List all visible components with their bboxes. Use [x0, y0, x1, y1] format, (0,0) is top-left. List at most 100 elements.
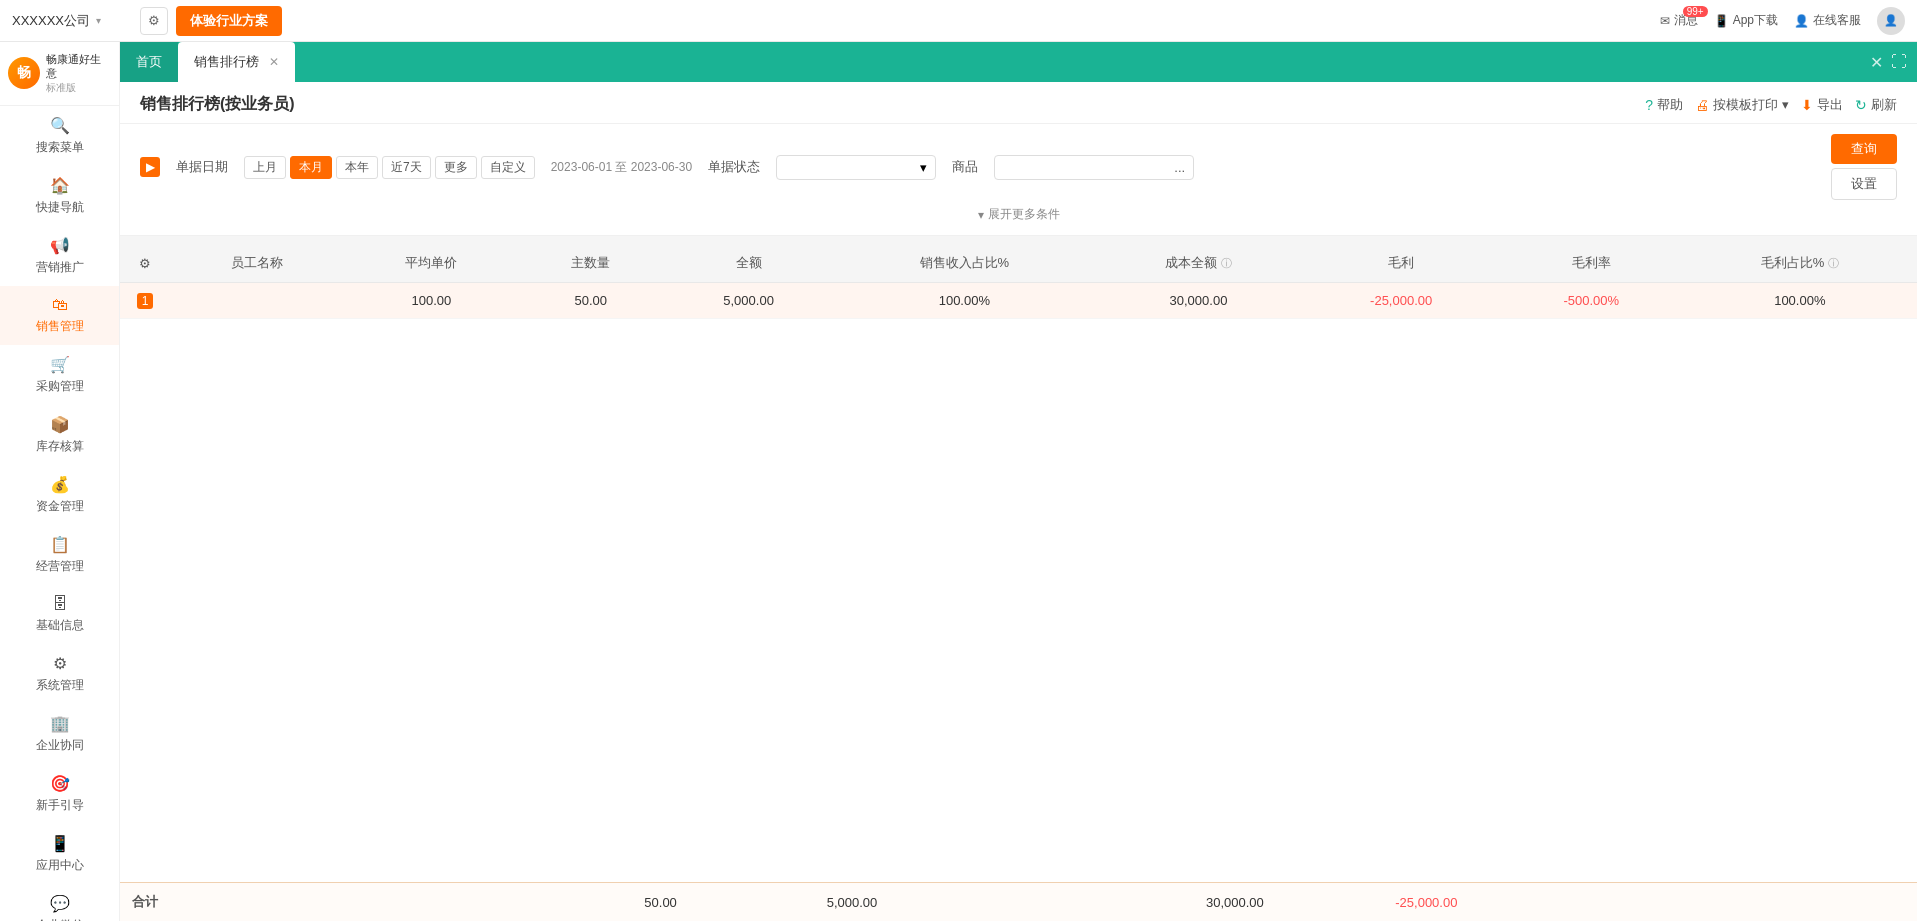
avatar[interactable]: 👤: [1877, 7, 1905, 35]
status-select[interactable]: ▾: [776, 155, 936, 180]
print-button[interactable]: 🖨 按模板打印 ▾: [1695, 96, 1789, 114]
export-button[interactable]: ⬇ 导出: [1801, 96, 1843, 114]
status-dropdown-icon: ▾: [920, 160, 927, 175]
col-header-cost: 成本全额 ⓘ: [1095, 244, 1303, 283]
expand-more-btn[interactable]: ▾ 展开更多条件: [140, 200, 1897, 225]
set-button[interactable]: 设置: [1831, 168, 1897, 200]
sidebar-item-quicknav[interactable]: 🏠 快捷导航: [0, 166, 119, 226]
refresh-icon: ↻: [1855, 97, 1867, 113]
sidebar-item-inventory[interactable]: 📦 库存核算: [0, 405, 119, 465]
date-btn-more[interactable]: 更多: [435, 156, 477, 179]
sales-icon: 🛍: [52, 296, 68, 314]
col-header-settings[interactable]: ⚙: [120, 244, 170, 283]
online-service-label: 在线客服: [1813, 12, 1861, 29]
date-range-display: 2023-06-01 至 2023-06-30: [551, 159, 692, 176]
gross-ratio-info-icon[interactable]: ⓘ: [1828, 257, 1839, 269]
sidebar-item-wechat[interactable]: 💬 企业微信: [0, 884, 119, 921]
date-btn-last-month[interactable]: 上月: [244, 156, 286, 179]
enterprise-icon: 🏢: [50, 714, 70, 733]
inventory-icon: 📦: [50, 415, 70, 434]
sidebar-item-guide[interactable]: 🎯 新手引导: [0, 764, 119, 824]
goods-input-ellipsis: ...: [1174, 160, 1185, 175]
date-btn-7days[interactable]: 近7天: [382, 156, 431, 179]
service-icon: 👤: [1794, 14, 1809, 28]
finance-icon: 💰: [50, 475, 70, 494]
filter-expand-icon[interactable]: ▶: [140, 157, 160, 177]
sidebar-item-appcenter[interactable]: 📱 应用中心: [0, 824, 119, 884]
main-layout: 畅 畅康通好生意 标准版 🔍 搜索菜单 🏠 快捷导航 📢 营销推广 🛍 销售管理…: [0, 42, 1917, 921]
footer-cell-amount: 5,000.00: [756, 895, 947, 910]
sidebar-label-operations: 经营管理: [36, 558, 84, 575]
tab-bar-actions: ✕ ⛶: [1870, 53, 1917, 72]
sidebar-logo: 畅 畅康通好生意 标准版: [0, 42, 119, 106]
col-header-gross-ratio: 毛利占比% ⓘ: [1683, 244, 1917, 283]
expand-more-label: 展开更多条件: [988, 206, 1060, 223]
sidebar-item-search[interactable]: 🔍 搜索菜单: [0, 106, 119, 166]
refresh-button[interactable]: ↻ 刷新: [1855, 96, 1897, 114]
system-icon: ⚙: [53, 654, 67, 673]
message-badge: 99+: [1683, 6, 1708, 17]
app-download-item[interactable]: 📱 App下载: [1714, 12, 1778, 29]
company-selector[interactable]: XXXXXX公司 ▾: [12, 12, 132, 30]
sidebar-label-basicinfo: 基础信息: [36, 617, 84, 634]
chevron-down-icon: ▾: [96, 15, 101, 26]
logo-icon: 畅: [8, 57, 40, 89]
goods-input[interactable]: ...: [994, 155, 1194, 180]
sales-rank-tab-label: 销售排行榜: [194, 53, 259, 71]
sidebar-label-purchase: 采购管理: [36, 378, 84, 395]
sidebar-label-system: 系统管理: [36, 677, 84, 694]
tab-home[interactable]: 首页: [120, 42, 178, 82]
sidebar-item-marketing[interactable]: 📢 营销推广: [0, 226, 119, 286]
message-item[interactable]: ✉ 消息 99+: [1660, 12, 1698, 29]
print-icon: 🖨: [1695, 97, 1709, 113]
cell-avg-price: 100.00: [344, 283, 518, 319]
table-wrapper: ⚙ 员工名称 平均单价 主数量 全额 销售收入占比% 成本全额 ⓘ 毛利 毛利率…: [120, 244, 1917, 882]
query-button[interactable]: 查询: [1831, 134, 1897, 164]
data-table: ⚙ 员工名称 平均单价 主数量 全额 销售收入占比% 成本全额 ⓘ 毛利 毛利率…: [120, 244, 1917, 319]
page-header: 销售排行榜(按业务员) ? 帮助 🖨 按模板打印 ▾ ⬇ 导出: [120, 82, 1917, 124]
sidebar-item-finance[interactable]: 💰 资金管理: [0, 465, 119, 525]
filter-right: 查询 设置: [1831, 134, 1897, 200]
home-tab-label: 首页: [136, 53, 162, 71]
trial-button[interactable]: 体验行业方案: [176, 6, 282, 36]
sidebar-item-enterprise[interactable]: 🏢 企业协同: [0, 704, 119, 764]
tab-maximize-button[interactable]: ⛶: [1891, 53, 1907, 72]
tab-close-icon[interactable]: ✕: [269, 55, 279, 69]
footer-total-label: 合计: [132, 893, 182, 911]
online-service-item[interactable]: 👤 在线客服: [1794, 12, 1861, 29]
message-icon: ✉: [1660, 14, 1670, 28]
tab-sales-rank[interactable]: 销售排行榜 ✕: [178, 42, 295, 82]
footer-cell-name: [182, 895, 373, 910]
status-filter-label: 单据状态: [708, 158, 760, 176]
footer-cell-sales-ratio: [948, 895, 1139, 910]
footer-cells: 50.00 5,000.00 30,000.00 -25,000.00: [182, 895, 1905, 910]
app-icon: 📱: [1714, 14, 1729, 28]
sidebar-item-sales[interactable]: 🛍 销售管理: [0, 286, 119, 345]
sidebar-item-basicinfo[interactable]: 🗄 基础信息: [0, 585, 119, 644]
table-footer: 合计 50.00 5,000.00 30,000.00 -25,000.00: [120, 882, 1917, 921]
app-download-label: App下载: [1733, 12, 1778, 29]
date-btn-this-month[interactable]: 本月: [290, 156, 332, 179]
col-header-qty: 主数量: [519, 244, 663, 283]
basicinfo-icon: 🗄: [52, 595, 68, 613]
cell-qty: 50.00: [519, 283, 663, 319]
help-button[interactable]: ? 帮助: [1645, 96, 1683, 114]
purchase-icon: 🛒: [50, 355, 70, 374]
operations-icon: 📋: [50, 535, 70, 554]
sidebar-item-system[interactable]: ⚙ 系统管理: [0, 644, 119, 704]
settings-button[interactable]: ⚙: [140, 7, 168, 35]
tab-close-window-button[interactable]: ✕: [1870, 53, 1883, 72]
col-header-name: 员工名称: [170, 244, 344, 283]
footer-cell-cost: 30,000.00: [1139, 895, 1330, 910]
sidebar-item-purchase[interactable]: 🛒 采购管理: [0, 345, 119, 405]
footer-cell-gross: -25,000.00: [1331, 895, 1522, 910]
refresh-label: 刷新: [1871, 96, 1897, 114]
date-btn-this-year[interactable]: 本年: [336, 156, 378, 179]
col-header-avg-price: 平均单价: [344, 244, 518, 283]
cost-info-icon[interactable]: ⓘ: [1221, 257, 1232, 269]
logo-edition: 标准版: [46, 81, 111, 95]
sidebar-item-operations[interactable]: 📋 经营管理: [0, 525, 119, 585]
help-label: 帮助: [1657, 96, 1683, 114]
date-btn-custom[interactable]: 自定义: [481, 156, 535, 179]
print-dropdown-icon[interactable]: ▾: [1782, 97, 1789, 112]
